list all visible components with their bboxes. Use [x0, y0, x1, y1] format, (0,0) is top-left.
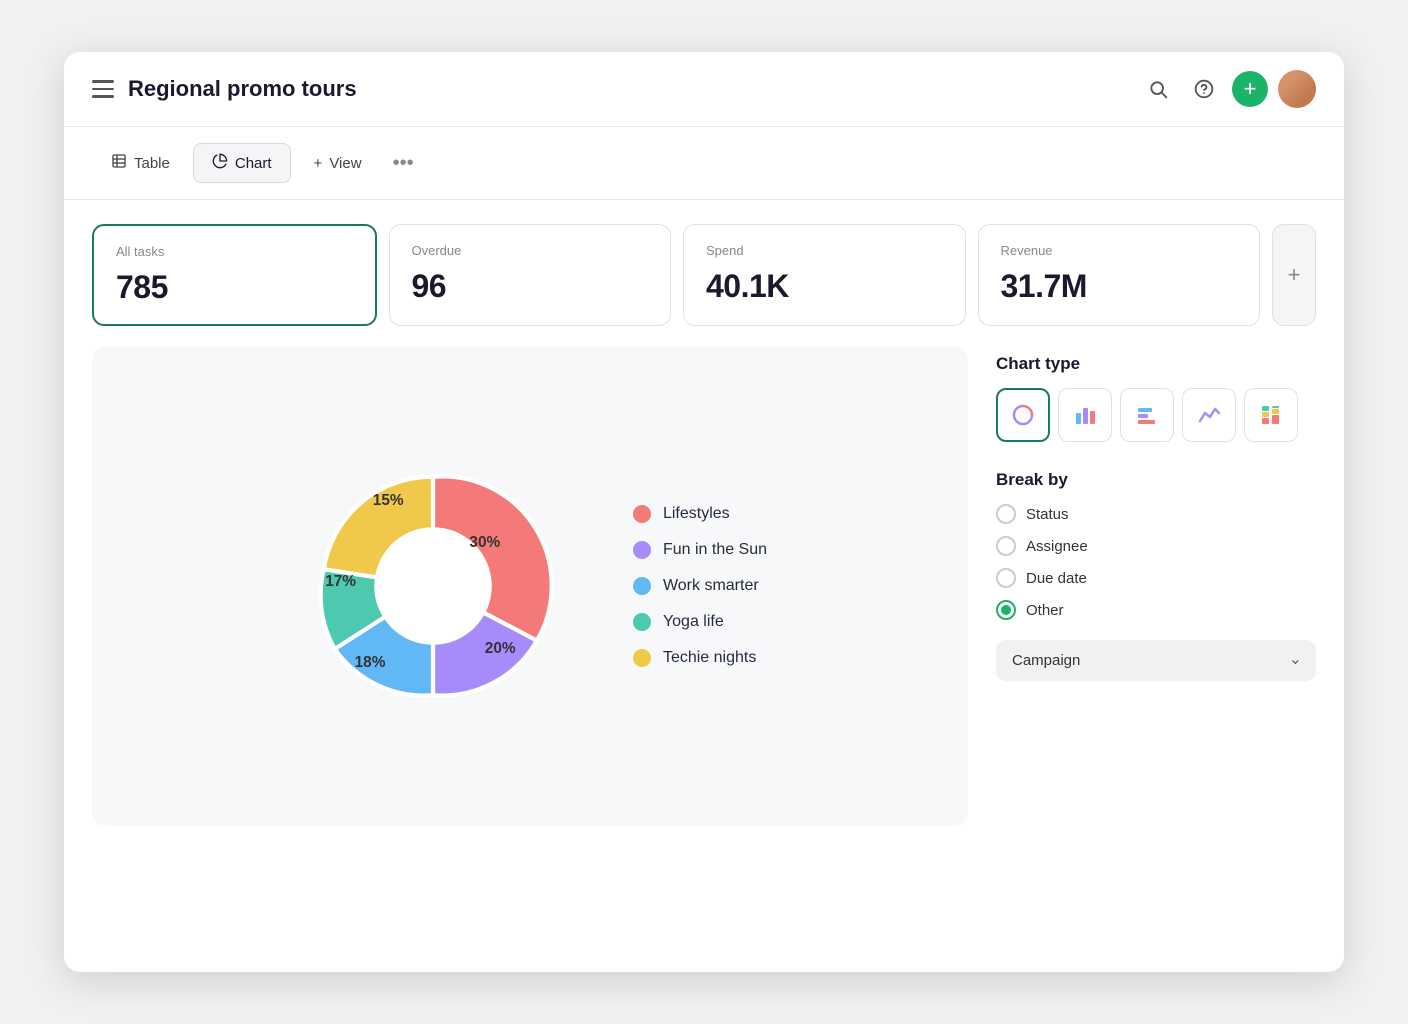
svg-text:20%: 20% — [485, 640, 516, 657]
header-right: + — [1140, 70, 1316, 108]
header: Regional promo tours + — [64, 52, 1344, 127]
radio-circle-assignee — [996, 536, 1016, 556]
svg-text:30%: 30% — [469, 534, 500, 551]
page-title: Regional promo tours — [128, 76, 357, 102]
table-icon — [111, 153, 127, 173]
tab-table[interactable]: Table — [92, 143, 189, 183]
header-left: Regional promo tours — [92, 76, 357, 102]
svg-text:17%: 17% — [325, 573, 356, 590]
stat-label-spend: Spend — [706, 243, 943, 258]
radio-label-assignee: Assignee — [1026, 538, 1088, 555]
legend-dot-work-smarter — [633, 577, 651, 595]
tab-chart[interactable]: Chart — [193, 143, 291, 183]
svg-text:18%: 18% — [355, 654, 386, 671]
stat-card-revenue[interactable]: Revenue 31.7M — [978, 224, 1261, 326]
legend-label-techie-nights: Techie nights — [663, 649, 756, 667]
menu-icon[interactable] — [92, 80, 114, 98]
radio-label-due-date: Due date — [1026, 570, 1087, 587]
svg-text:15%: 15% — [373, 492, 404, 509]
stats-row: All tasks 785 Overdue 96 Spend 40.1K Rev… — [64, 200, 1344, 326]
stat-value-all-tasks: 785 — [116, 269, 353, 306]
campaign-dropdown-wrapper: Campaign Project Team Region — [996, 636, 1316, 681]
stat-value-spend: 40.1K — [706, 268, 943, 305]
radio-circle-other — [996, 600, 1016, 620]
donut-svg: 30% 20% 18% 17% 15% — [293, 446, 573, 726]
radio-label-status: Status — [1026, 506, 1069, 523]
radio-assignee[interactable]: Assignee — [996, 536, 1316, 556]
stat-label-overdue: Overdue — [412, 243, 649, 258]
legend-techie-nights: Techie nights — [633, 649, 767, 667]
radio-circle-status — [996, 504, 1016, 524]
right-panel: Chart type — [996, 346, 1316, 681]
chart-type-stacked[interactable] — [1244, 388, 1298, 442]
add-stat-button[interactable]: + — [1272, 224, 1316, 326]
break-by-options: Status Assignee Due date Other — [996, 504, 1316, 620]
donut-chart: 30% 20% 18% 17% 15% — [293, 446, 573, 726]
stat-card-overdue[interactable]: Overdue 96 — [389, 224, 672, 326]
tab-view-label: View — [329, 155, 361, 172]
legend-dot-yoga-life — [633, 613, 651, 631]
tabs-bar: Table Chart + View ••• — [64, 127, 1344, 200]
stat-card-spend[interactable]: Spend 40.1K — [683, 224, 966, 326]
chart-type-buttons — [996, 388, 1316, 442]
radio-status[interactable]: Status — [996, 504, 1316, 524]
tab-chart-label: Chart — [235, 155, 272, 172]
legend-label-fun-in-sun: Fun in the Sun — [663, 541, 767, 559]
radio-circle-due-date — [996, 568, 1016, 588]
chart-icon — [212, 153, 228, 173]
break-by-title: Break by — [996, 470, 1316, 490]
chart-area: 30% 20% 18% 17% 15% Lifestyles Fun in th… — [92, 346, 968, 826]
legend-label-work-smarter: Work smarter — [663, 577, 759, 595]
chart-type-line[interactable] — [1182, 388, 1236, 442]
tabs-more-button[interactable]: ••• — [385, 144, 422, 183]
avatar[interactable] — [1278, 70, 1316, 108]
radio-due-date[interactable]: Due date — [996, 568, 1316, 588]
tab-table-label: Table — [134, 155, 170, 172]
plus-icon: + — [314, 155, 323, 172]
campaign-dropdown[interactable]: Campaign Project Team Region — [996, 640, 1316, 681]
legend-dot-lifestyles — [633, 505, 651, 523]
stat-value-overdue: 96 — [412, 268, 649, 305]
help-button[interactable] — [1186, 71, 1222, 107]
stat-label-revenue: Revenue — [1001, 243, 1238, 258]
stat-card-all-tasks[interactable]: All tasks 785 — [92, 224, 377, 326]
chart-legend: Lifestyles Fun in the Sun Work smarter Y… — [633, 505, 767, 667]
stat-label-all-tasks: All tasks — [116, 244, 353, 259]
tab-view[interactable]: + View — [295, 145, 381, 182]
stat-value-revenue: 31.7M — [1001, 268, 1238, 305]
legend-dot-techie-nights — [633, 649, 651, 667]
legend-lifestyles: Lifestyles — [633, 505, 767, 523]
chart-type-title: Chart type — [996, 354, 1316, 374]
chart-type-horizontal-bar[interactable] — [1120, 388, 1174, 442]
legend-label-lifestyles: Lifestyles — [663, 505, 730, 523]
main-content: 30% 20% 18% 17% 15% Lifestyles Fun in th… — [64, 326, 1344, 854]
radio-other[interactable]: Other — [996, 600, 1316, 620]
app-window: Regional promo tours + — [64, 52, 1344, 972]
search-button[interactable] — [1140, 71, 1176, 107]
chart-type-bar[interactable] — [1058, 388, 1112, 442]
add-button[interactable]: + — [1232, 71, 1268, 107]
radio-label-other: Other — [1026, 602, 1064, 619]
legend-dot-fun-in-sun — [633, 541, 651, 559]
legend-work-smarter: Work smarter — [633, 577, 767, 595]
legend-label-yoga-life: Yoga life — [663, 613, 724, 631]
legend-yoga-life: Yoga life — [633, 613, 767, 631]
legend-fun-in-sun: Fun in the Sun — [633, 541, 767, 559]
chart-type-donut[interactable] — [996, 388, 1050, 442]
